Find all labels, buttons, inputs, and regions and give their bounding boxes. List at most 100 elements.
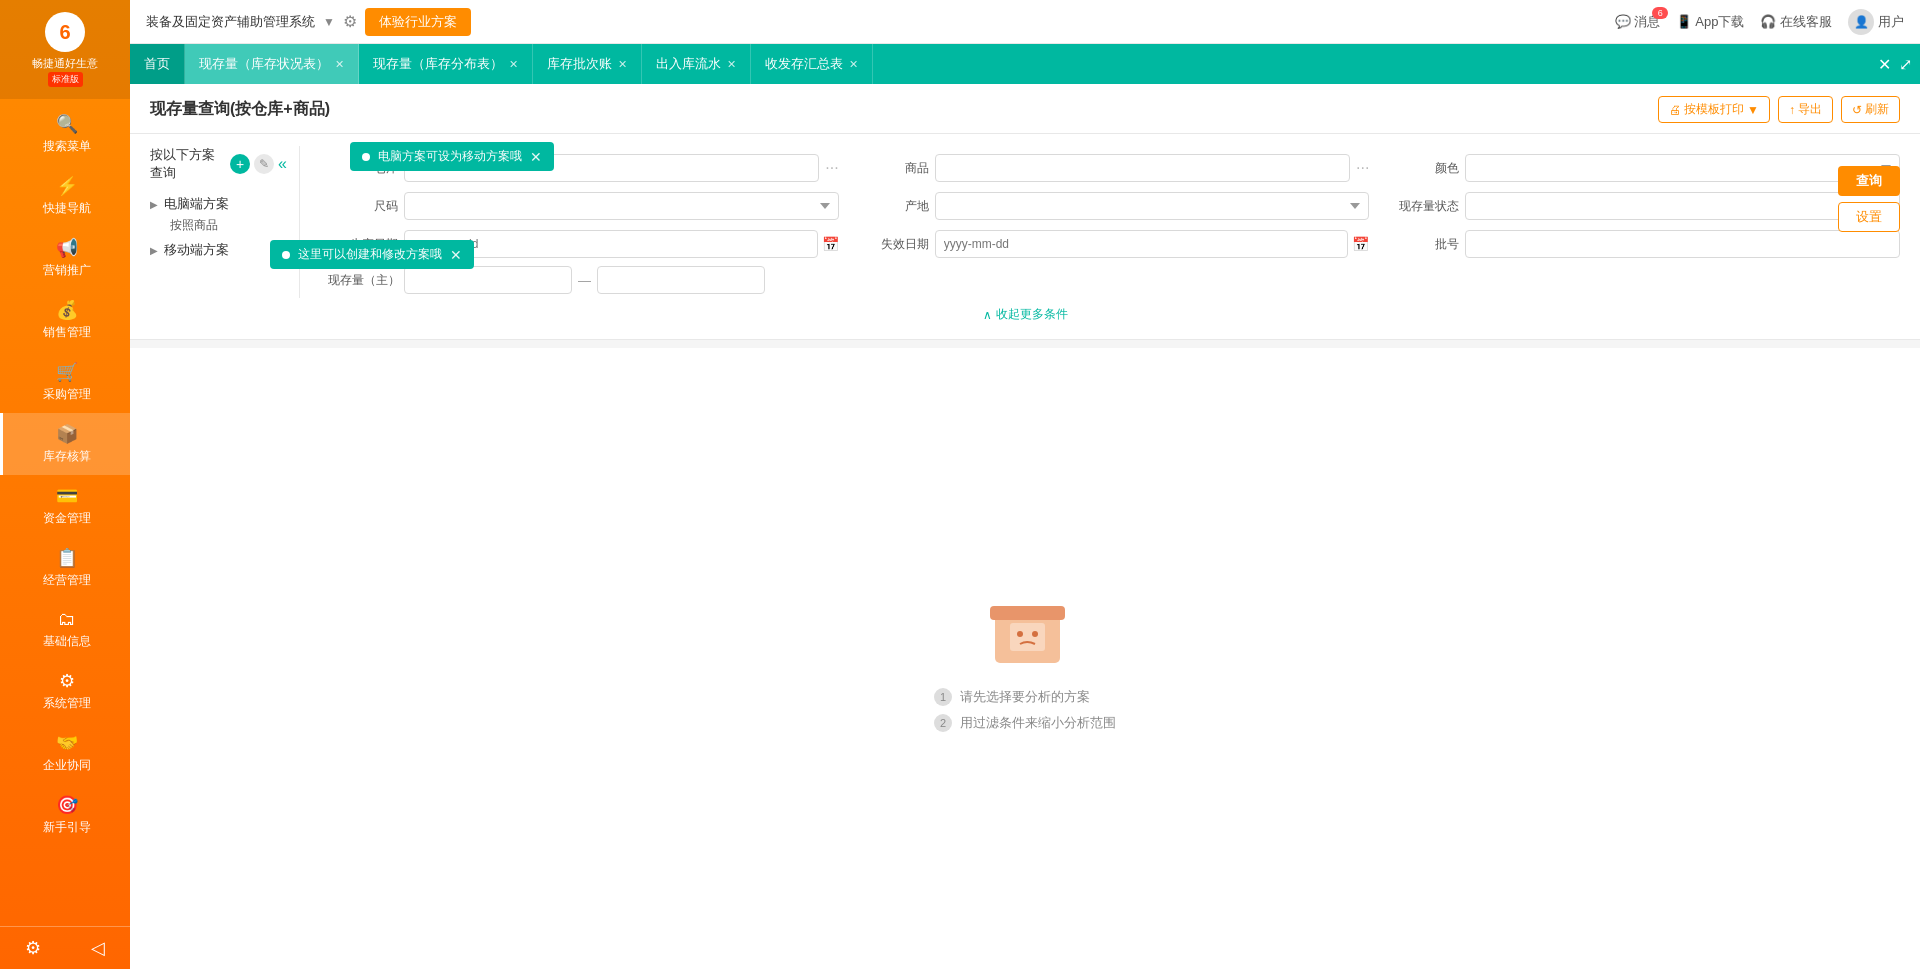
message-button[interactable]: 💬 消息 6 (1615, 13, 1661, 31)
tooltip-dot-1 (362, 153, 370, 161)
tab-inventory-dist-close[interactable]: ✕ (509, 58, 518, 71)
amount-dash: — (578, 273, 591, 288)
tab-home-label: 首页 (144, 55, 170, 73)
filter-actions: + ✎ « (230, 154, 287, 174)
edit-scheme-button[interactable]: ✎ (254, 154, 274, 174)
warehouse-dots[interactable]: ··· (825, 159, 838, 177)
template-print-button[interactable]: 🖨 按模板打印 ▼ (1658, 96, 1770, 123)
search-icon: 🔍 (56, 113, 78, 135)
trial-button[interactable]: 体验行业方案 (365, 8, 471, 36)
expire-date-calendar-icon[interactable]: 📅 (1352, 236, 1369, 252)
print-icon: 🖨 (1669, 103, 1681, 117)
tab-inout[interactable]: 出入库流水 ✕ (642, 44, 751, 84)
inventory-status-select[interactable] (1465, 192, 1900, 220)
message-badge: 6 (1652, 7, 1668, 19)
color-select[interactable] (1465, 154, 1900, 182)
tab-inventory-status-close[interactable]: ✕ (335, 58, 344, 71)
export-label: 导出 (1798, 101, 1822, 118)
tab-receive-label: 收发存汇总表 (765, 55, 843, 73)
goods-dots[interactable]: ··· (1356, 159, 1369, 177)
sidebar-item-guide[interactable]: 🎯 新手引导 (0, 784, 130, 846)
page-title-row: 现存量查询(按仓库+商品) 🖨 按模板打印 ▼ ↑ 导出 ↺ 刷新 (150, 96, 1900, 133)
sidebar-bottom: ⚙ ◁ (0, 926, 130, 969)
scheme-mobile-label: 移动端方案 (164, 241, 229, 259)
basic-icon: 🗂 (58, 609, 76, 630)
app-download-button[interactable]: 📱 App下载 (1676, 13, 1744, 31)
left-eye (1017, 631, 1023, 637)
collapse-sidebar-button[interactable]: ◁ (91, 937, 105, 959)
sidebar-item-label: 采购管理 (43, 386, 91, 403)
sidebar-item-basic[interactable]: 🗂 基础信息 (0, 599, 130, 660)
empty-illustration (975, 578, 1075, 668)
batch-input[interactable] (1465, 230, 1900, 258)
inventory-main-to-input[interactable] (597, 266, 765, 294)
tooltip-close-2[interactable]: ✕ (450, 247, 462, 263)
reset-button[interactable]: 设置 (1838, 202, 1900, 232)
empty-steps: 1 请先选择要分析的方案 2 用过滤条件来缩小分析范围 (934, 688, 1116, 740)
sidebar-item-marketing[interactable]: 📢 营销推广 (0, 227, 130, 289)
sidebar-item-search[interactable]: 🔍 搜索菜单 (0, 103, 130, 165)
tab-batch[interactable]: 库存批次账 ✕ (533, 44, 642, 84)
expand-button[interactable]: ⤢ (1899, 55, 1912, 74)
step-num-2: 2 (934, 714, 952, 732)
online-support-button[interactable]: 🎧 在线客服 (1760, 13, 1832, 31)
filter-origin-field: 产地 (859, 192, 1370, 220)
back-button[interactable]: « (278, 155, 287, 173)
expand-arrow-mobile: ▶ (150, 245, 158, 256)
tab-inout-close[interactable]: ✕ (727, 58, 736, 71)
expire-date-input[interactable] (935, 230, 1349, 258)
tab-batch-close[interactable]: ✕ (618, 58, 627, 71)
sidebar-item-sales[interactable]: 💰 销售管理 (0, 289, 130, 351)
settings-button[interactable]: ⚙ (25, 937, 41, 959)
sidebar-item-inventory[interactable]: 📦 库存核算 (0, 413, 130, 475)
sidebar-item-enterprise[interactable]: 🤝 企业协同 (0, 722, 130, 784)
origin-select[interactable] (935, 192, 1370, 220)
tab-inventory-status[interactable]: 现存量（库存状况表） ✕ (185, 44, 359, 84)
sidebar-item-label: 销售管理 (43, 324, 91, 341)
filter-size-field: 尺码 (328, 192, 839, 220)
tooltip-close-1[interactable]: ✕ (530, 149, 542, 165)
user-menu[interactable]: 👤 用户 (1848, 9, 1904, 35)
refresh-button[interactable]: ↺ 刷新 (1841, 96, 1900, 123)
tab-receive[interactable]: 收发存汇总表 ✕ (751, 44, 873, 84)
sidebar-item-system[interactable]: ⚙ 系统管理 (0, 660, 130, 722)
inventory-main-from-input[interactable] (404, 266, 572, 294)
size-select[interactable] (404, 192, 839, 220)
system-icon: ⚙ (59, 670, 75, 692)
box-lid (990, 606, 1065, 620)
page-actions: 🖨 按模板打印 ▼ ↑ 导出 ↺ 刷新 (1658, 96, 1900, 123)
logo-text: 畅捷通好生意 (32, 56, 98, 70)
page-header: 现存量查询(按仓库+商品) 🖨 按模板打印 ▼ ↑ 导出 ↺ 刷新 (130, 84, 1920, 134)
tab-inventory-dist[interactable]: 现存量（库存分布表） ✕ (359, 44, 533, 84)
right-eye (1032, 631, 1038, 637)
empty-step-2: 2 用过滤条件来缩小分析范围 (934, 714, 1116, 732)
sidebar-item-label: 经营管理 (43, 572, 91, 589)
sidebar-item-operations[interactable]: 📋 经营管理 (0, 537, 130, 599)
export-button[interactable]: ↑ 导出 (1778, 96, 1833, 123)
sidebar-item-purchase[interactable]: 🛒 采购管理 (0, 351, 130, 413)
topbar-right: 💬 消息 6 📱 App下载 🎧 在线客服 👤 用户 (1615, 9, 1904, 35)
logo-tag: 标准版 (48, 72, 83, 87)
filter-grid: 仓库 ··· 商品 ··· 颜色 (328, 154, 1900, 258)
sidebar-item-label: 库存核算 (43, 448, 91, 465)
sidebar-item-finance[interactable]: 💳 资金管理 (0, 475, 130, 537)
close-all-tabs-button[interactable]: ✕ (1878, 55, 1891, 74)
add-scheme-button[interactable]: + (230, 154, 250, 174)
search-button[interactable]: 查询 (1838, 166, 1900, 196)
system-dropdown-icon[interactable]: ▼ (323, 15, 335, 29)
empty-step-1: 1 请先选择要分析的方案 (934, 688, 1116, 706)
tab-home[interactable]: 首页 (130, 44, 185, 84)
goods-input[interactable] (935, 154, 1350, 182)
sidebar-item-quicknav[interactable]: ⚡ 快捷导航 (0, 165, 130, 227)
settings-gear-icon[interactable]: ⚙ (343, 12, 357, 31)
tabbar-controls: ✕ ⤢ (1870, 44, 1920, 84)
scheme-item-pc[interactable]: ▶ 电脑端方案 (150, 192, 287, 216)
message-icon: 💬 (1615, 14, 1631, 29)
tab-receive-close[interactable]: ✕ (849, 58, 858, 71)
produce-date-calendar-icon[interactable]: 📅 (822, 236, 839, 252)
scheme-item-mobile[interactable]: ▶ 移动端方案 (150, 238, 287, 262)
collapse-button[interactable]: ∧ 收起更多条件 (150, 298, 1900, 327)
filter-inventory-status-field: 现存量状态 (1389, 192, 1900, 220)
sidebar-item-label: 搜索菜单 (43, 138, 91, 155)
export-icon: ↑ (1789, 103, 1795, 117)
